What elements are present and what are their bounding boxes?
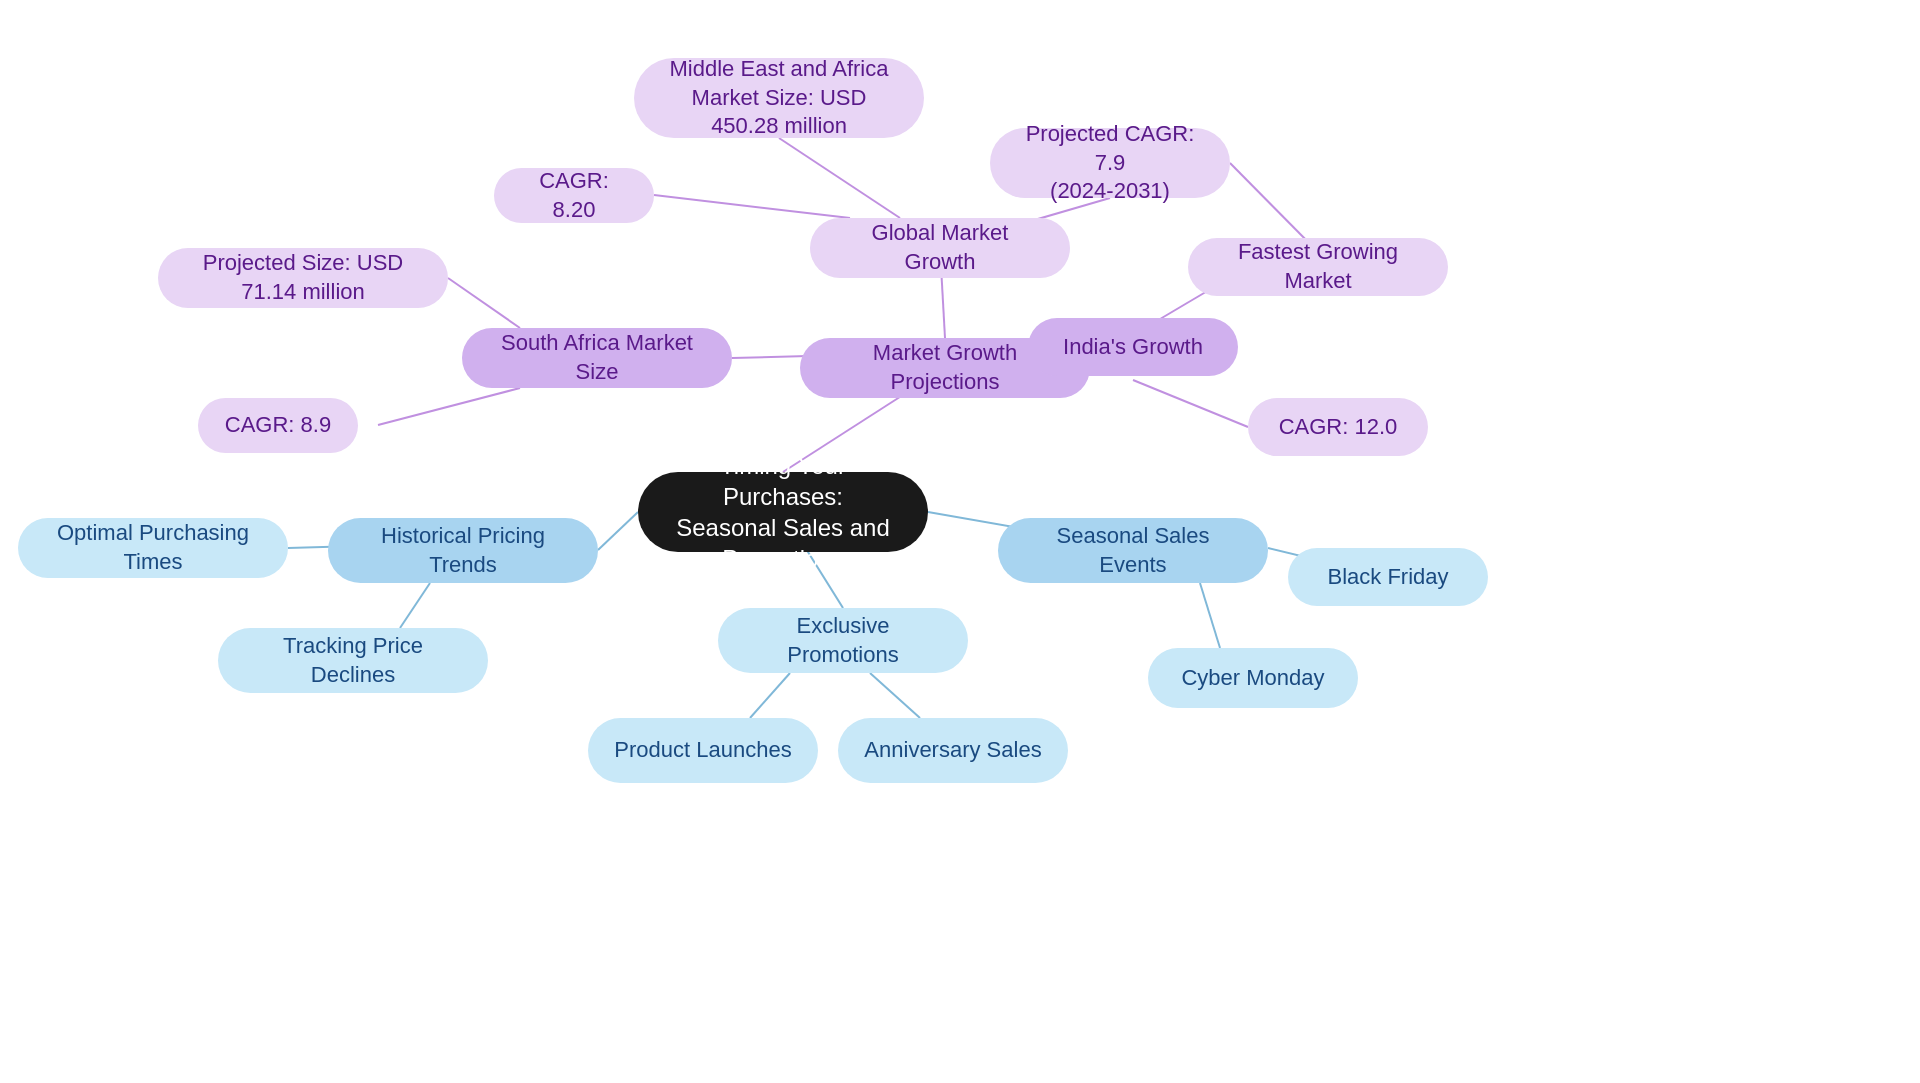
historical-pricing-label: Historical Pricing Trends	[352, 522, 574, 579]
south-africa-node: South Africa Market Size	[462, 328, 732, 388]
optimal-purchasing-node: Optimal Purchasing Times	[18, 518, 288, 578]
svg-line-7	[378, 388, 520, 425]
cyber-monday-label: Cyber Monday	[1181, 664, 1324, 693]
anniversary-sales-label: Anniversary Sales	[864, 736, 1041, 765]
indias-growth-node: India's Growth	[1028, 318, 1238, 376]
cagr-820-label: CAGR: 8.20	[518, 167, 630, 224]
svg-line-17	[870, 673, 920, 718]
anniversary-sales-node: Anniversary Sales	[838, 718, 1068, 783]
projected-cagr-label: Projected CAGR: 7.9 (2024-2031)	[1014, 120, 1206, 206]
svg-line-2	[779, 138, 900, 218]
svg-line-6	[448, 278, 520, 328]
cagr-12-node: CAGR: 12.0	[1248, 398, 1428, 456]
middle-east-africa-label: Middle East and Africa Market Size: USD …	[658, 55, 900, 141]
cagr-12-label: CAGR: 12.0	[1279, 413, 1398, 442]
tracking-price-label: Tracking Price Declines	[242, 632, 464, 689]
cagr-820-node: CAGR: 8.20	[494, 168, 654, 223]
middle-east-africa-node: Middle East and Africa Market Size: USD …	[634, 58, 924, 138]
svg-line-14	[400, 583, 430, 628]
cagr-89-node: CAGR: 8.9	[198, 398, 358, 453]
black-friday-label: Black Friday	[1327, 563, 1448, 592]
south-africa-label: South Africa Market Size	[486, 329, 708, 386]
seasonal-sales-label: Seasonal Sales Events	[1022, 522, 1244, 579]
svg-line-3	[654, 195, 850, 218]
center-node: Timing Your Purchases: Seasonal Sales an…	[638, 472, 928, 552]
fastest-growing-node: Fastest Growing Market	[1188, 238, 1448, 296]
seasonal-sales-node: Seasonal Sales Events	[998, 518, 1268, 583]
cagr-89-label: CAGR: 8.9	[225, 411, 331, 440]
cyber-monday-node: Cyber Monday	[1148, 648, 1358, 708]
projected-cagr-node: Projected CAGR: 7.9 (2024-2031)	[990, 128, 1230, 198]
global-market-growth-node: Global Market Growth	[810, 218, 1070, 278]
optimal-purchasing-label: Optimal Purchasing Times	[42, 519, 264, 576]
svg-line-20	[1200, 583, 1220, 648]
product-launches-label: Product Launches	[614, 736, 791, 765]
center-label: Timing Your Purchases: Seasonal Sales an…	[662, 450, 904, 575]
svg-line-10	[1133, 380, 1248, 427]
svg-line-12	[598, 512, 638, 550]
svg-line-16	[750, 673, 790, 718]
global-market-growth-label: Global Market Growth	[834, 219, 1046, 276]
black-friday-node: Black Friday	[1288, 548, 1488, 606]
product-launches-node: Product Launches	[588, 718, 818, 783]
projected-size-label: Projected Size: USD 71.14 million	[182, 249, 424, 306]
projected-size-node: Projected Size: USD 71.14 million	[158, 248, 448, 308]
fastest-growing-label: Fastest Growing Market	[1212, 238, 1424, 295]
tracking-price-node: Tracking Price Declines	[218, 628, 488, 693]
exclusive-promotions-node: Exclusive Promotions	[718, 608, 968, 673]
indias-growth-label: India's Growth	[1063, 333, 1203, 362]
historical-pricing-node: Historical Pricing Trends	[328, 518, 598, 583]
exclusive-promotions-label: Exclusive Promotions	[742, 612, 944, 669]
